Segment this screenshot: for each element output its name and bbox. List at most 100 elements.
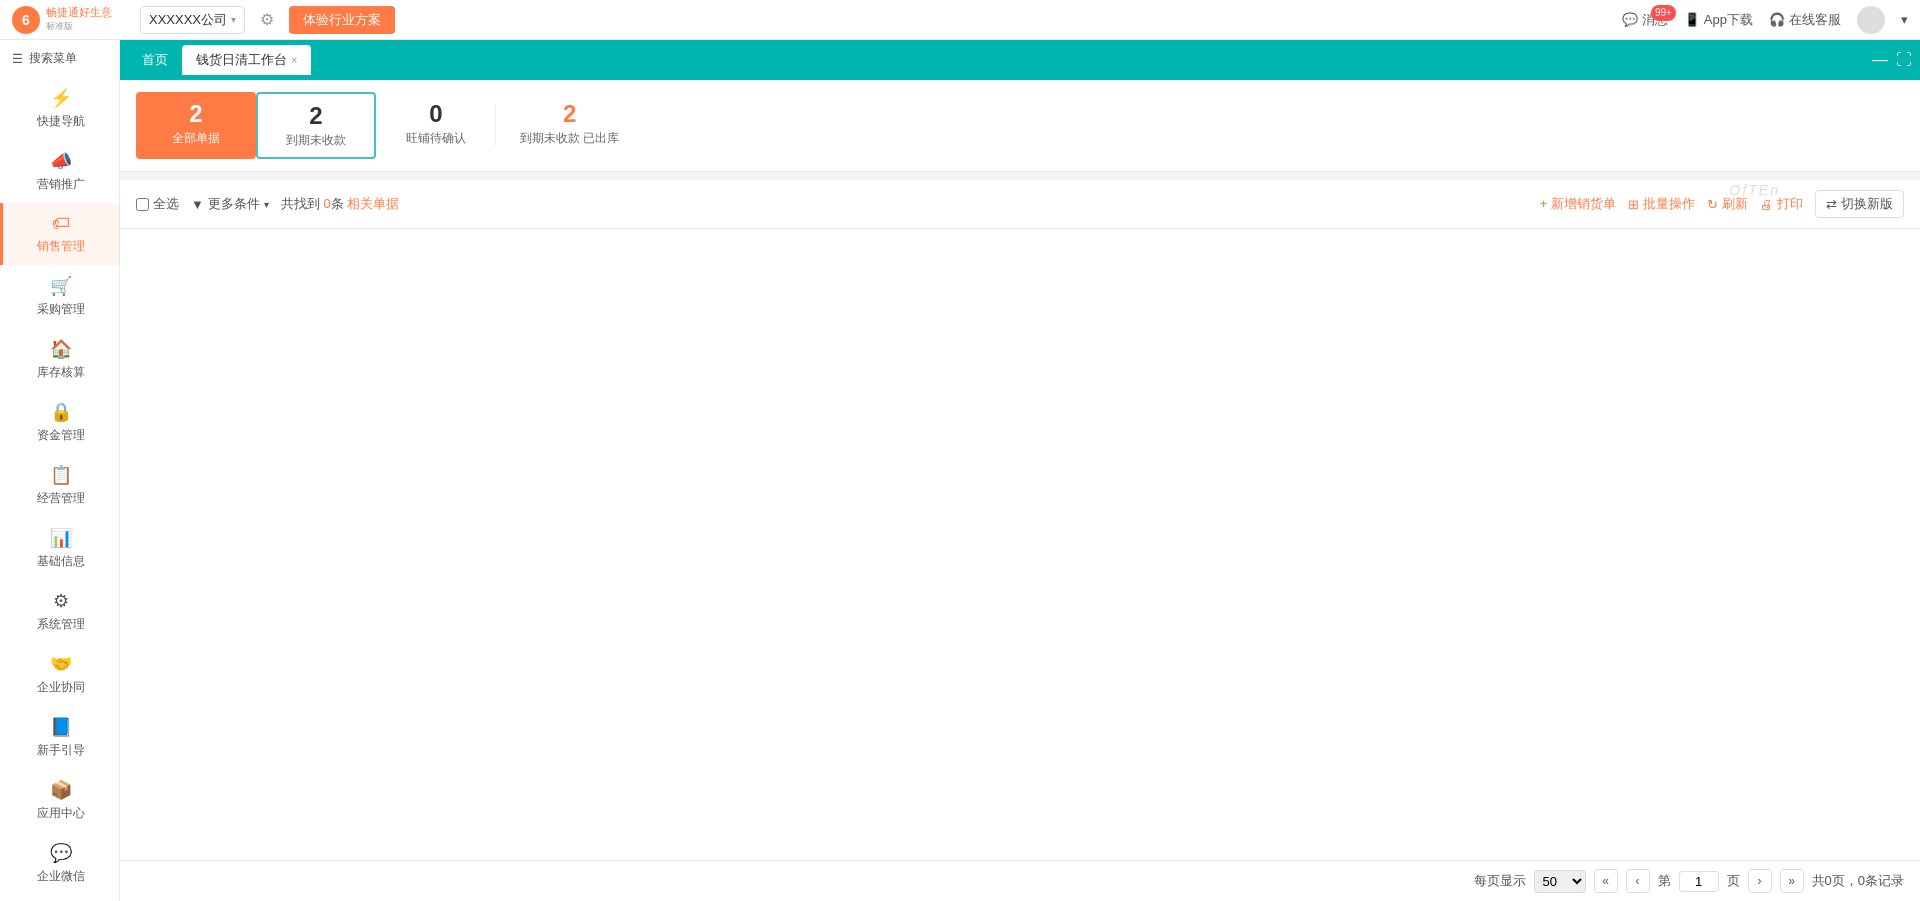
company-name: XXXXXX公司: [149, 11, 227, 29]
trial-button[interactable]: 体验行业方案: [289, 6, 395, 34]
next-page-button[interactable]: ›: [1748, 869, 1772, 893]
sidebar-item-wechat[interactable]: 💬 企业微信: [0, 832, 119, 895]
sidebar-item-member[interactable]: ◇ 畅会员: [0, 895, 119, 901]
total-info: 共0页，0条记录: [1812, 872, 1904, 890]
settings-button[interactable]: ⚙: [253, 6, 281, 34]
batch-label: 批量操作: [1643, 195, 1695, 213]
sidebar-item-label: 基础信息: [37, 553, 85, 570]
stat-label-wangpu: 旺铺待确认: [406, 130, 466, 147]
print-button[interactable]: 🖨 打印: [1760, 195, 1803, 213]
sidebar-item-finance[interactable]: 🔒 资金管理: [0, 391, 119, 454]
toolbar: 全选 ▼ 更多条件 ▾ 共找到 0条 相关单据 + 新增销货单 ⊞ 批量操作: [120, 180, 1920, 229]
sidebar-item-app-center[interactable]: 📦 应用中心: [0, 769, 119, 832]
chevron-down-icon: ▾: [264, 199, 269, 210]
sidebar-item-system[interactable]: ⚙ 系统管理: [0, 580, 119, 643]
sidebar-item-label: 销售管理: [37, 238, 85, 255]
add-order-button[interactable]: + 新增销货单: [1540, 195, 1616, 213]
message-badge: 99+: [1651, 5, 1676, 21]
sidebar-item-basic-info[interactable]: 📊 基础信息: [0, 517, 119, 580]
stat-card-wangpu[interactable]: 0 旺铺待确认: [376, 92, 496, 159]
sidebar-item-label: 库存核算: [37, 364, 85, 381]
stat-card-overdue-unpaid[interactable]: 2 到期未收款: [256, 92, 376, 159]
stat-card-overdue-unshipped[interactable]: 2 到期未收款 已出库: [496, 92, 643, 159]
switch-label: 切换新版: [1841, 195, 1893, 213]
page-input[interactable]: [1679, 871, 1719, 892]
batch-icon: ⊞: [1628, 197, 1639, 212]
operations-icon: 📋: [50, 464, 72, 486]
tab-bar: 首页 钱货日清工作台 × — ⛶: [120, 40, 1920, 80]
stat-label-overdue-unshipped: 到期未收款 已出库: [520, 130, 619, 147]
sidebar-item-label: 企业协同: [37, 679, 85, 696]
stats-row: 2 全部单据 2 到期未收款 0 旺铺待确认 2 到期未收款 已出库: [120, 80, 1920, 172]
stat-num-overdue-unpaid: 2: [309, 102, 322, 130]
inventory-icon: 🏠: [50, 338, 72, 360]
wechat-icon: 💬: [50, 842, 72, 864]
sidebar-item-cooperation[interactable]: 🤝 企业协同: [0, 643, 119, 706]
batch-operation-button[interactable]: ⊞ 批量操作: [1628, 195, 1695, 213]
tab-cash-desk[interactable]: 钱货日清工作台 ×: [182, 45, 311, 75]
company-selector[interactable]: XXXXXX公司 ▾: [140, 6, 245, 34]
sidebar-item-guide[interactable]: 📘 新手引导: [0, 706, 119, 769]
select-all-input[interactable]: [136, 198, 149, 211]
sidebar-item-label: 经营管理: [37, 490, 85, 507]
chevron-down-icon: ▾: [231, 14, 236, 25]
chevron-down-icon: ▾: [1901, 12, 1908, 27]
messages-button[interactable]: 💬 消息 99+: [1622, 11, 1668, 29]
search-menu-button[interactable]: ☰ 搜索菜单: [0, 40, 119, 77]
finance-icon: 🔒: [50, 401, 72, 423]
purchase-icon: 🛒: [50, 275, 72, 297]
print-label: 打印: [1777, 195, 1803, 213]
app-download-button[interactable]: 📱 App下载: [1684, 11, 1753, 29]
sidebar-item-label: 资金管理: [37, 427, 85, 444]
select-all-checkbox[interactable]: 全选: [136, 195, 179, 213]
filter-icon: ▼: [191, 197, 204, 212]
sidebar-item-inventory[interactable]: 🏠 库存核算: [0, 328, 119, 391]
tab-home-label: 首页: [142, 51, 168, 69]
found-count: 0: [324, 196, 331, 211]
select-all-label: 全选: [153, 195, 179, 213]
page-label: 第: [1658, 872, 1671, 890]
stat-card-all[interactable]: 2 全部单据: [136, 92, 256, 159]
sidebar-item-purchase[interactable]: 🛒 采购管理: [0, 265, 119, 328]
minimize-button[interactable]: —: [1872, 51, 1888, 69]
tab-home[interactable]: 首页: [128, 45, 182, 75]
sales-icon: 🏷: [52, 213, 70, 234]
sidebar-item-label: 营销推广: [37, 176, 85, 193]
stat-label-all: 全部单据: [172, 130, 220, 147]
message-icon: 💬: [1622, 12, 1638, 27]
app-version: 标准版: [46, 20, 112, 33]
sidebar-item-quick-nav[interactable]: ⚡ 快捷导航: [0, 77, 119, 140]
sidebar-item-marketing[interactable]: 📣 营销推广: [0, 140, 119, 203]
sidebar-item-operations[interactable]: 📋 经营管理: [0, 454, 119, 517]
refresh-label: 刷新: [1722, 195, 1748, 213]
search-icon: ☰: [12, 52, 23, 66]
page-label-end: 页: [1727, 872, 1740, 890]
app-name: 畅捷通好生意: [46, 6, 112, 19]
stat-num-all: 2: [189, 100, 202, 128]
more-filters-label: 更多条件: [208, 195, 260, 213]
last-page-button[interactable]: »: [1780, 869, 1804, 893]
logo-area: 6 畅捷通好生意 标准版: [12, 6, 132, 34]
switch-version-button[interactable]: ⇄ 切换新版: [1815, 190, 1904, 218]
sidebar-item-label: 企业微信: [37, 868, 85, 885]
user-menu[interactable]: ▾: [1901, 12, 1908, 27]
more-filters-button[interactable]: ▼ 更多条件 ▾: [191, 195, 269, 213]
stat-num-wangpu: 0: [429, 100, 442, 128]
prev-page-button[interactable]: ‹: [1626, 869, 1650, 893]
guide-icon: 📘: [50, 716, 72, 738]
refresh-button[interactable]: ↻ 刷新: [1707, 195, 1748, 213]
related-link[interactable]: 相关单据: [347, 196, 399, 211]
refresh-icon: ↻: [1707, 197, 1718, 212]
pagination: 每页显示 50 100 200 « ‹ 第 页 › » 共0页，0条记录: [120, 860, 1920, 901]
per-page-select[interactable]: 50 100 200: [1534, 870, 1586, 893]
first-page-button[interactable]: «: [1594, 869, 1618, 893]
search-menu-label: 搜索菜单: [29, 50, 77, 67]
per-page-label: 每页显示: [1474, 872, 1526, 890]
online-service-button[interactable]: 🎧 在线客服: [1769, 11, 1841, 29]
service-icon: 🎧: [1769, 12, 1785, 27]
maximize-button[interactable]: ⛶: [1896, 51, 1912, 69]
sidebar-item-sales[interactable]: 🏷 销售管理: [0, 203, 119, 265]
avatar[interactable]: [1857, 6, 1885, 34]
print-icon: 🖨: [1760, 197, 1773, 212]
tab-close-icon[interactable]: ×: [291, 54, 297, 66]
